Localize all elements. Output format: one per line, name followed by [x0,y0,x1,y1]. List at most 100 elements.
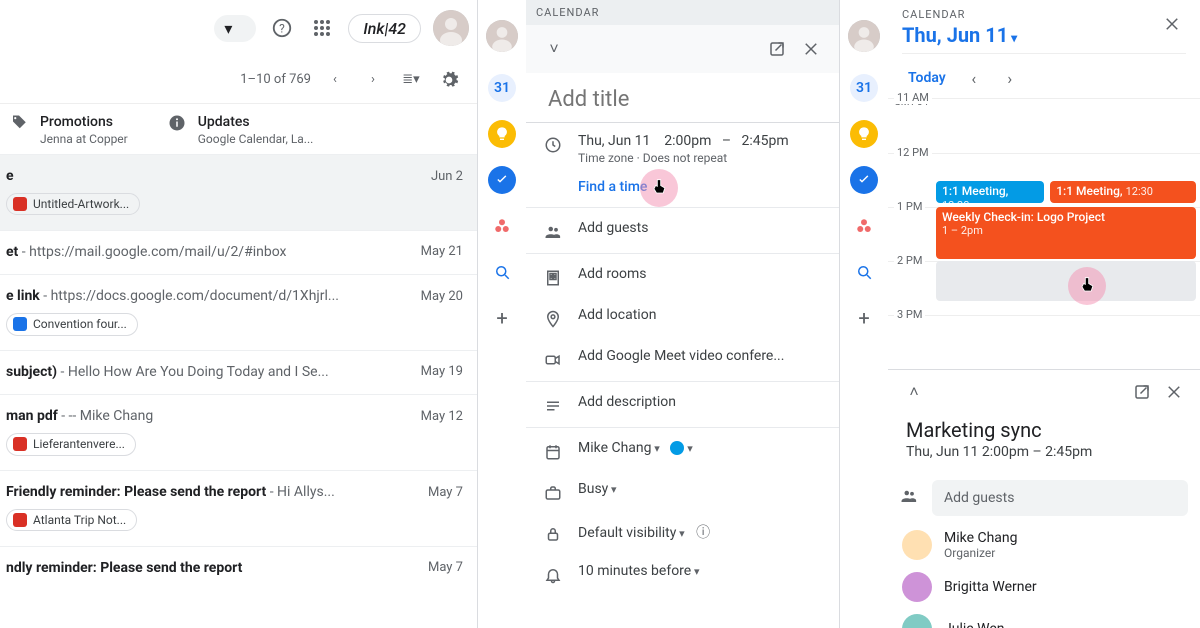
add-location-row[interactable]: Add location [526,297,839,338]
calendar-rail-icon[interactable]: 31 [488,74,516,102]
email-row[interactable]: e link - https://docs.google.com/documen… [0,274,477,350]
apps-grid-icon[interactable] [308,14,336,42]
visibility-help-icon[interactable]: ⓘ [696,525,710,541]
attachment-chip[interactable]: Lieferantenvere... [6,433,136,456]
popout-icon[interactable] [763,35,791,63]
clock-icon [542,133,564,154]
calendar-color-dot[interactable] [670,441,684,455]
rail-avatar[interactable] [486,20,518,52]
cloud-search-rail-icon[interactable] [850,258,878,286]
gmail-pane: ▾ ? Ink|42 1–10 of 769 ‹ › ≣▾ Promotions… [0,0,478,628]
video-icon [542,348,564,369]
notification-row[interactable]: 10 minutes before [526,553,839,594]
asana-rail-icon[interactable] [850,212,878,240]
calendar-day-pane: 31 + CALENDAR Thu, Jun 11 Today [840,0,1200,628]
add-rail-icon[interactable]: + [488,304,516,332]
attachment-chip[interactable]: Atlanta Trip Not... [6,509,137,532]
calendar-icon [542,440,564,461]
prev-page-icon[interactable]: ‹ [321,66,349,94]
cloud-search-rail-icon[interactable] [488,258,516,286]
event-block[interactable]: 1:1 Meeting, 12:30 [1050,181,1196,203]
collapse-icon[interactable]: ˄ [900,378,928,406]
keep-rail-icon[interactable] [488,120,516,148]
repeat-sub: Time zone · Does not repeat [578,151,823,165]
attachment-chip[interactable]: Convention four... [6,313,138,336]
email-list: e Jun 2 Untitled-Artwork... et - https:/… [0,154,477,590]
email-date: Jun 2 [431,168,463,186]
bell-icon [542,563,564,584]
event-subtitle: Thu, Jun 11 2:00pm – 2:45pm [888,442,1200,472]
add-guests-input[interactable]: Add guests [932,480,1188,516]
event-title[interactable]: Marketing sync [888,414,1200,442]
guest-row[interactable]: Brigitta Werner [888,566,1200,608]
side-panel-label: CALENDAR [902,8,1017,21]
tasks-rail-icon[interactable] [488,166,516,194]
email-row[interactable]: ndly reminder: Please send the report Ma… [0,546,477,591]
tab-sub: Jenna at Copper [40,132,128,146]
help-icon[interactable]: ? [268,14,296,42]
event-details-panel: ˄ Marketing sync Thu, Jun 11 2:00pm – 2:… [888,369,1200,628]
lock-icon [542,522,564,543]
event-block[interactable]: 1:1 Meeting, 12:30p [936,181,1044,203]
next-page-icon[interactable]: › [359,66,387,94]
gmail-top-bar: ▾ ? Ink|42 [0,0,477,56]
email-row[interactable]: subject) - Hello How Are You Doing Today… [0,350,477,395]
guest-row[interactable]: Mike ChangOrganizer [888,524,1200,566]
side-rail: 31 + [840,0,888,628]
close-icon[interactable] [797,35,825,63]
add-guests-row[interactable]: Add guests [526,210,839,251]
keep-rail-icon[interactable] [850,120,878,148]
brand-logo: Ink|42 [348,14,421,43]
rail-avatar[interactable] [848,20,880,52]
when-row[interactable]: Thu, Jun 11 2:00pm – 2:45pm Time zone · … [526,123,839,205]
close-icon[interactable] [1160,378,1188,406]
event-title-input[interactable] [526,73,839,123]
visibility-row[interactable]: Default visibility ⓘ [526,512,839,553]
tasks-rail-icon[interactable] [850,166,878,194]
add-rail-icon[interactable]: + [850,304,878,332]
event-block[interactable]: Weekly Check-in: Logo Project1 – 2pm [936,207,1196,259]
prev-day-icon[interactable]: ‹ [960,64,988,92]
svg-text:?: ? [280,22,286,36]
density-icon[interactable]: ≣▾ [397,66,425,94]
settings-gear-icon[interactable] [435,66,463,94]
next-day-icon[interactable]: › [996,64,1024,92]
user-avatar[interactable] [433,10,469,46]
info-icon [168,114,188,136]
tab-updates[interactable]: Updates Google Calendar, La... [168,114,314,146]
email-row[interactable]: et - https://mail.google.com/mail/u/2/#i… [0,230,477,275]
email-row[interactable]: Friendly reminder: Please send the repor… [0,470,477,546]
find-a-time-link[interactable]: Find a time [578,179,647,195]
day-schedule[interactable]: GMT-04 11 AM 12 PM 1 PM 2 PM 3 PM 1:1 Me… [888,98,1200,369]
people-icon [542,220,564,241]
gmail-toolbar: 1–10 of 769 ‹ › ≣▾ [0,56,477,104]
attachment-chip[interactable]: Untitled-Artwork... [6,193,140,216]
today-button[interactable]: Today [902,68,952,88]
collapse-icon[interactable]: ˅ [540,35,568,63]
asana-rail-icon[interactable] [488,212,516,240]
date-picker[interactable]: Thu, Jun 11 [902,23,1017,47]
inbox-tabs: Promotions Jenna at Copper Updates Googl… [0,104,477,154]
event-editor-pane: 31 + CALENDAR ˅ [478,0,840,628]
calendar-rail-icon[interactable]: 31 [850,74,878,102]
description-icon [542,394,564,415]
tab-title: Promotions [40,114,128,130]
new-event-drag[interactable] [936,261,1196,301]
rooms-icon [542,266,564,287]
side-rail: 31 + [478,0,526,628]
tab-title: Updates [198,114,314,130]
email-row[interactable]: man pdf - -- Mike Chang May 12 Lieferant… [0,394,477,470]
location-icon [542,307,564,328]
close-icon[interactable] [1158,10,1186,38]
pagination-text: 1–10 of 769 [240,72,311,87]
add-rooms-row[interactable]: Add rooms [526,256,839,297]
account-chip[interactable]: ▾ [214,15,256,42]
add-description-row[interactable]: Add description [526,384,839,425]
guest-row[interactable]: Julie Wen [888,608,1200,628]
popout-icon[interactable] [1128,378,1156,406]
email-row[interactable]: e Jun 2 Untitled-Artwork... [0,154,477,230]
add-meet-row[interactable]: Add Google Meet video confere... [526,338,839,379]
calendar-owner-row[interactable]: Mike Chang ▾ [526,430,839,471]
busy-row[interactable]: Busy [526,471,839,512]
tab-promotions[interactable]: Promotions Jenna at Copper [10,114,128,146]
